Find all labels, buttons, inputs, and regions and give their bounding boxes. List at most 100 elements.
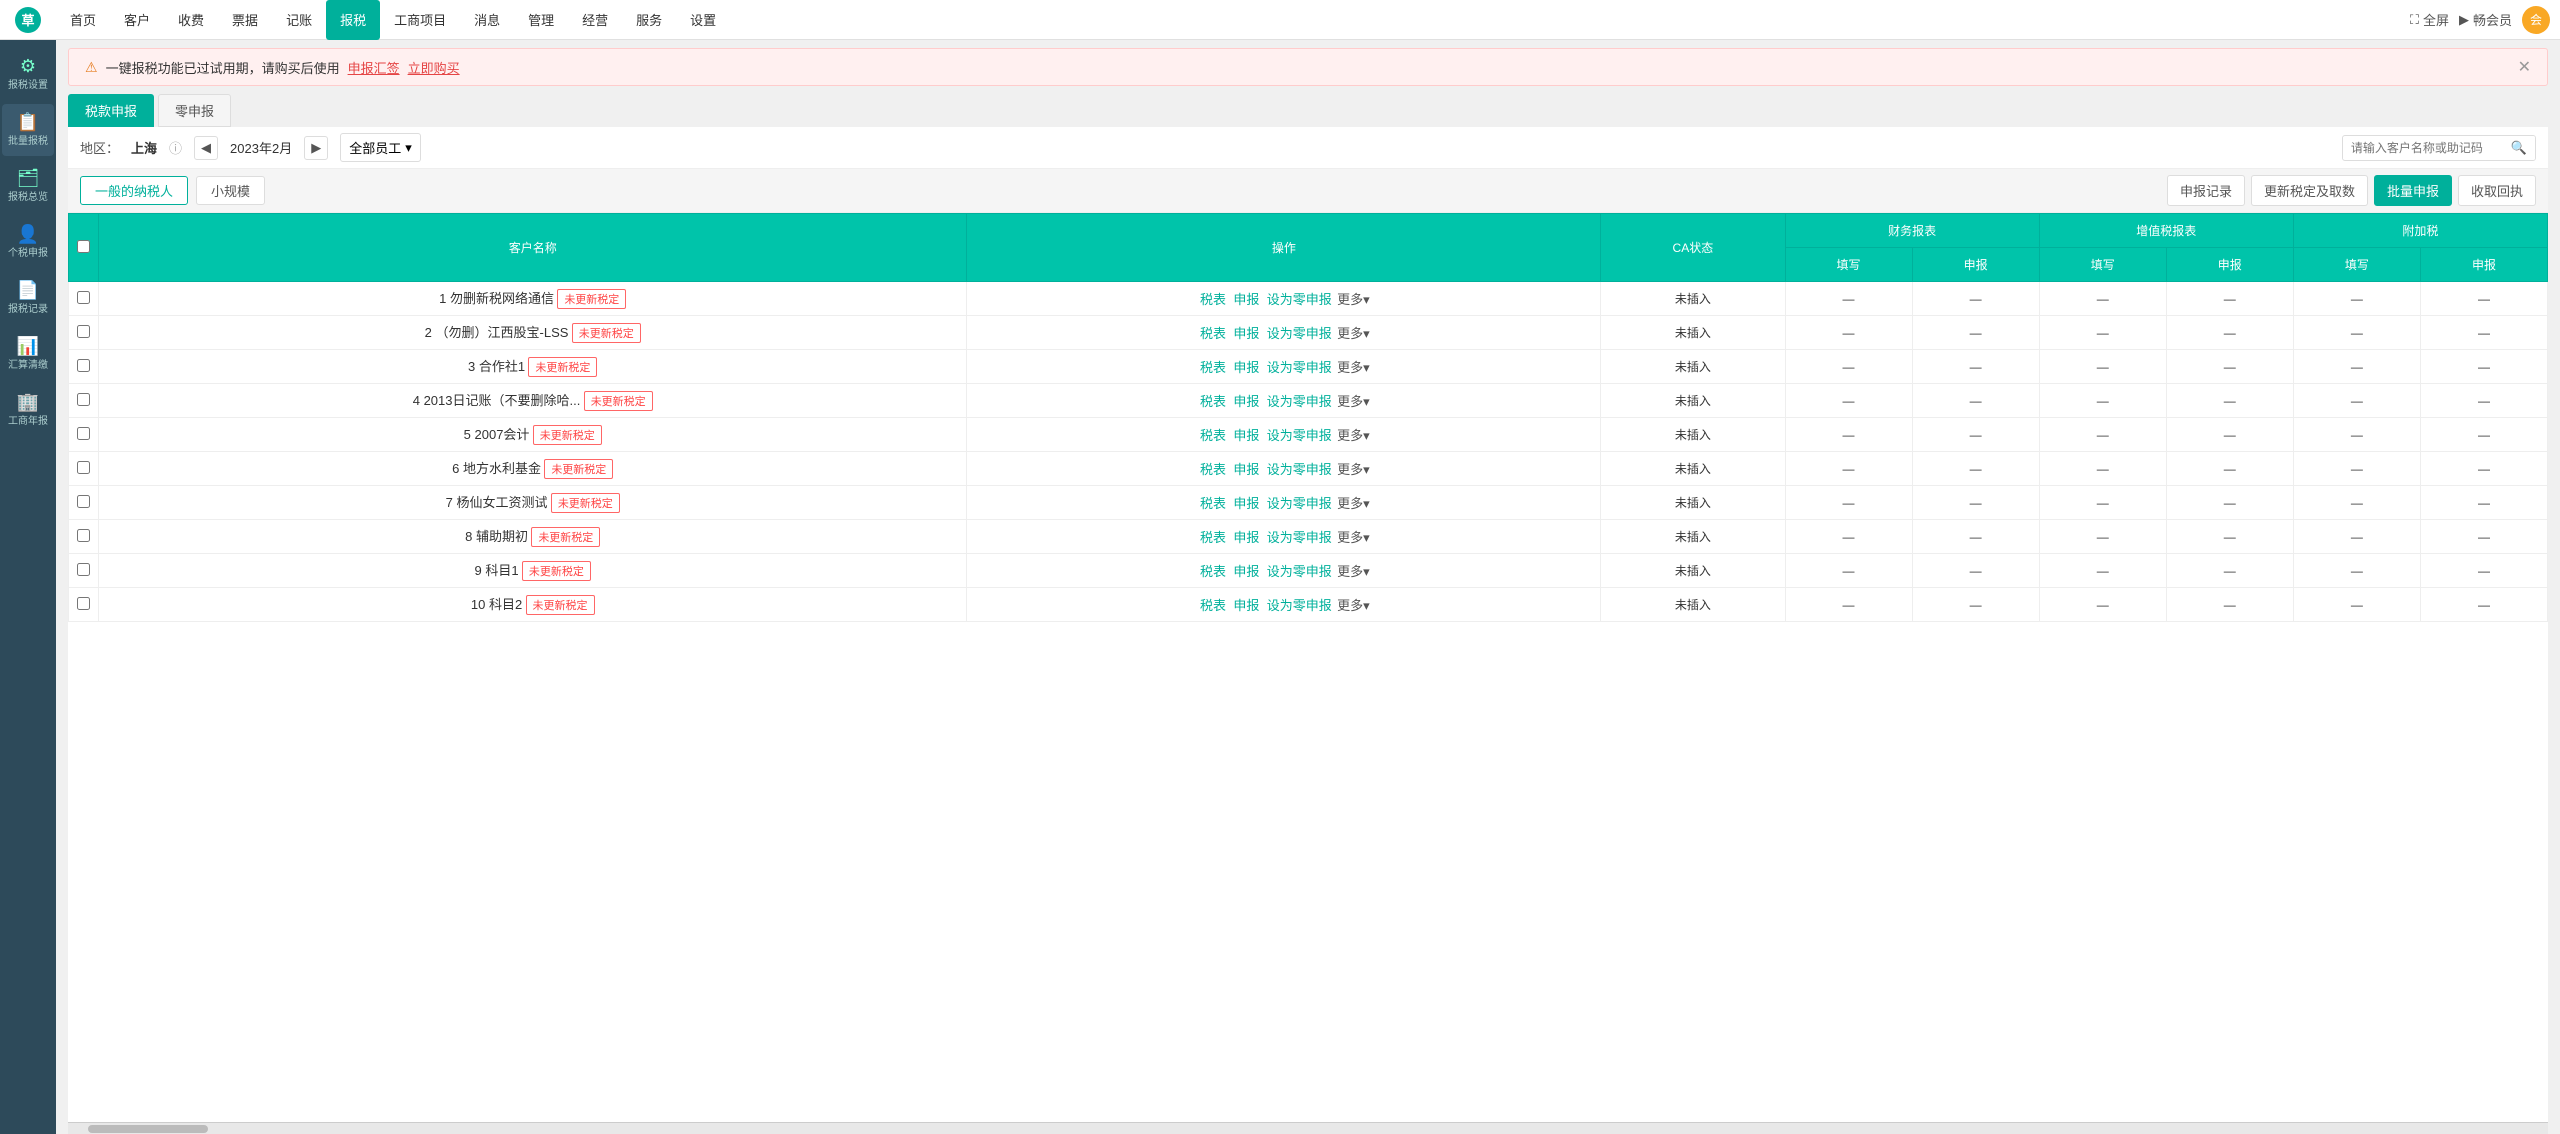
op-more-8[interactable]: 更多▾ (1337, 564, 1370, 579)
op-more-6[interactable]: 更多▾ (1337, 496, 1370, 511)
date-next-btn[interactable]: ▶ (304, 136, 328, 160)
op-more-5[interactable]: 更多▾ (1337, 462, 1370, 477)
nav-item-10[interactable]: 服务 (622, 0, 676, 40)
alert-link-report[interactable]: 申报汇签 (348, 58, 400, 77)
subtab-small[interactable]: 小规模 (196, 176, 265, 205)
row-checkbox-input-0[interactable] (77, 291, 90, 304)
nav-item-4[interactable]: 记账 (272, 0, 326, 40)
status-badge-9[interactable]: 未更新税定 (526, 595, 595, 615)
info-icon[interactable]: ⓘ (169, 138, 182, 157)
nav-item-11[interactable]: 设置 (676, 0, 730, 40)
sidebar-item-6[interactable]: 🏢工商年报 (2, 384, 54, 436)
row-checkbox-input-8[interactable] (77, 563, 90, 576)
op-more-1[interactable]: 更多▾ (1337, 326, 1370, 341)
op-tax-1[interactable]: 税表 (1200, 326, 1226, 341)
row-checkbox-input-3[interactable] (77, 393, 90, 406)
op-more-9[interactable]: 更多▾ (1337, 598, 1370, 613)
op-report-2[interactable]: 申报 (1233, 360, 1259, 375)
dept-select[interactable]: 全部员工 ▾ (340, 133, 421, 162)
nav-item-9[interactable]: 经营 (568, 0, 622, 40)
op-more-3[interactable]: 更多▾ (1337, 394, 1370, 409)
subtab-general[interactable]: 一般的纳税人 (80, 176, 188, 205)
op-report-1[interactable]: 申报 (1233, 326, 1259, 341)
status-badge-6[interactable]: 未更新税定 (551, 493, 620, 513)
nav-item-0[interactable]: 首页 (56, 0, 110, 40)
cancel-btn[interactable]: 收取回执 (2458, 175, 2536, 206)
op-zero-6[interactable]: 设为零申报 (1267, 496, 1332, 511)
select-all-checkbox[interactable] (77, 240, 90, 253)
op-tax-6[interactable]: 税表 (1200, 496, 1226, 511)
nav-item-8[interactable]: 管理 (514, 0, 568, 40)
row-checkbox-input-7[interactable] (77, 529, 90, 542)
sidebar-item-5[interactable]: 📊汇算清缴 (2, 328, 54, 380)
nav-item-1[interactable]: 客户 (110, 0, 164, 40)
status-badge-5[interactable]: 未更新税定 (544, 459, 613, 479)
op-tax-7[interactable]: 税表 (1200, 530, 1226, 545)
status-badge-1[interactable]: 未更新税定 (572, 323, 641, 343)
sidebar-item-3[interactable]: 👤个税申报 (2, 216, 54, 268)
date-prev-btn[interactable]: ◀ (194, 136, 218, 160)
op-report-6[interactable]: 申报 (1233, 496, 1259, 511)
scroll-thumb[interactable] (88, 1125, 208, 1133)
nav-item-3[interactable]: 票据 (218, 0, 272, 40)
row-checkbox-input-4[interactable] (77, 427, 90, 440)
op-zero-1[interactable]: 设为零申报 (1267, 326, 1332, 341)
row-checkbox-input-5[interactable] (77, 461, 90, 474)
op-report-7[interactable]: 申报 (1233, 530, 1259, 545)
op-zero-0[interactable]: 设为零申报 (1267, 292, 1332, 307)
op-zero-7[interactable]: 设为零申报 (1267, 530, 1332, 545)
op-more-0[interactable]: 更多▾ (1337, 292, 1370, 307)
op-zero-4[interactable]: 设为零申报 (1267, 428, 1332, 443)
alert-close-icon[interactable]: ✕ (2518, 57, 2531, 77)
op-zero-9[interactable]: 设为零申报 (1267, 598, 1332, 613)
op-report-3[interactable]: 申报 (1233, 394, 1259, 409)
status-badge-4[interactable]: 未更新税定 (533, 425, 602, 445)
op-report-0[interactable]: 申报 (1233, 292, 1259, 307)
nav-item-2[interactable]: 收费 (164, 0, 218, 40)
tab-btn-0[interactable]: 税款申报 (68, 94, 154, 127)
status-badge-0[interactable]: 未更新税定 (557, 289, 626, 309)
op-tax-9[interactable]: 税表 (1200, 598, 1226, 613)
op-zero-3[interactable]: 设为零申报 (1267, 394, 1332, 409)
op-tax-4[interactable]: 税表 (1200, 428, 1226, 443)
op-zero-2[interactable]: 设为零申报 (1267, 360, 1332, 375)
search-input[interactable] (2343, 137, 2503, 159)
member-btn[interactable]: ▶ 畅会员 (2459, 10, 2512, 29)
op-tax-8[interactable]: 税表 (1200, 564, 1226, 579)
status-badge-3[interactable]: 未更新税定 (584, 391, 653, 411)
alert-link-buy[interactable]: 立即购买 (408, 58, 460, 77)
op-report-4[interactable]: 申报 (1233, 428, 1259, 443)
row-checkbox-input-6[interactable] (77, 495, 90, 508)
sidebar-item-0[interactable]: ⚙报税设置 (2, 48, 54, 100)
tab-btn-1[interactable]: 零申报 (158, 94, 231, 127)
op-tax-0[interactable]: 税表 (1200, 292, 1226, 307)
avatar[interactable]: 会 (2522, 6, 2550, 34)
op-report-8[interactable]: 申报 (1233, 564, 1259, 579)
op-tax-3[interactable]: 税表 (1200, 394, 1226, 409)
sidebar-item-4[interactable]: 📄报税记录 (2, 272, 54, 324)
shenbaojilu-btn[interactable]: 申报记录 (2167, 175, 2245, 206)
sidebar-item-2[interactable]: 🗂报税总览 (2, 160, 54, 212)
nav-item-6[interactable]: 工商项目 (380, 0, 460, 40)
op-report-9[interactable]: 申报 (1233, 598, 1259, 613)
row-checkbox-input-9[interactable] (77, 597, 90, 610)
status-badge-8[interactable]: 未更新税定 (522, 561, 591, 581)
op-tax-5[interactable]: 税表 (1200, 462, 1226, 477)
row-checkbox-input-2[interactable] (77, 359, 90, 372)
op-report-5[interactable]: 申报 (1233, 462, 1259, 477)
op-zero-8[interactable]: 设为零申报 (1267, 564, 1332, 579)
update-btn[interactable]: 更新税定及取数 (2251, 175, 2368, 206)
op-more-7[interactable]: 更多▾ (1337, 530, 1370, 545)
nav-item-5[interactable]: 报税 (326, 0, 380, 40)
row-checkbox-input-1[interactable] (77, 325, 90, 338)
search-btn[interactable]: 🔍 (2503, 136, 2535, 160)
batch-report-btn[interactable]: 批量申报 (2374, 175, 2452, 206)
op-more-2[interactable]: 更多▾ (1337, 360, 1370, 375)
sidebar-item-1[interactable]: 📋批量报税 (2, 104, 54, 156)
op-more-4[interactable]: 更多▾ (1337, 428, 1370, 443)
nav-item-7[interactable]: 消息 (460, 0, 514, 40)
op-zero-5[interactable]: 设为零申报 (1267, 462, 1332, 477)
op-tax-2[interactable]: 税表 (1200, 360, 1226, 375)
fullscreen-btn[interactable]: ⛶ 全屏 (2410, 10, 2449, 29)
status-badge-2[interactable]: 未更新税定 (528, 357, 597, 377)
